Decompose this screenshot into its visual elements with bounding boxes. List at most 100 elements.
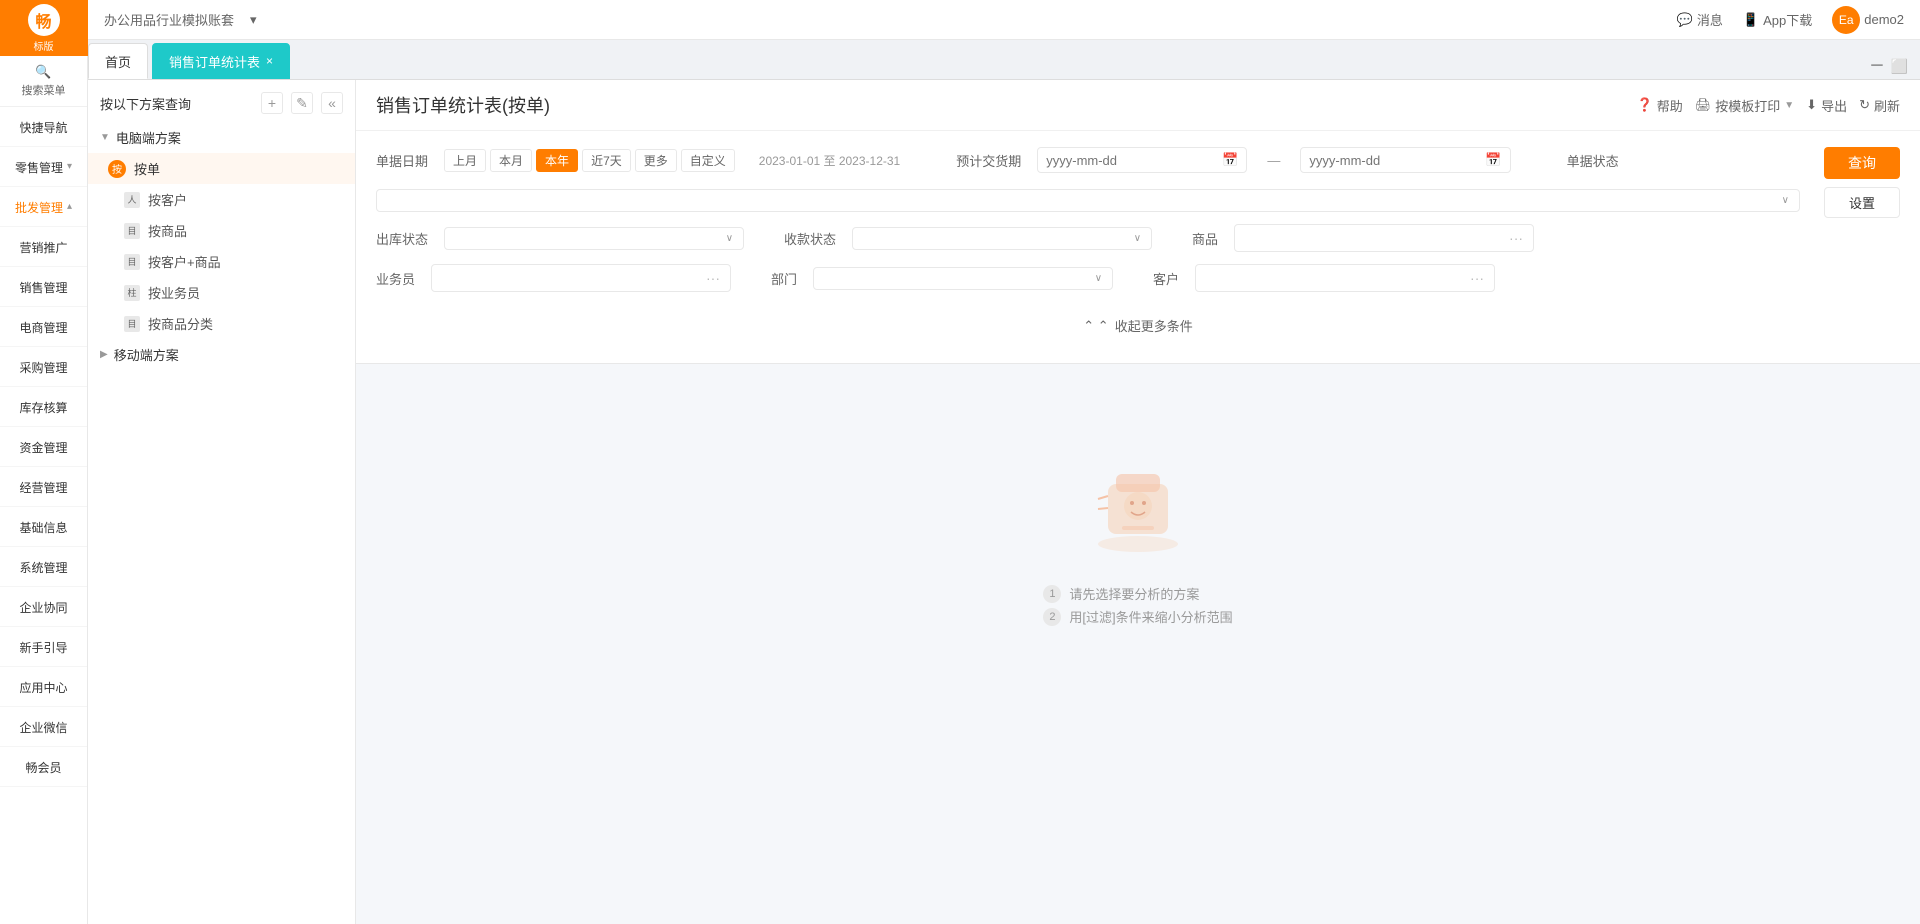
delivery-start-input[interactable] (1046, 153, 1222, 168)
filter-row-2: 出库状态 ∨ 收款状态 ∨ 商品 (376, 224, 1800, 252)
salesperson-label: 业务员 (376, 269, 415, 288)
tab-sales-order-stats[interactable]: 销售订单统计表 × (152, 43, 290, 79)
collapse-panel-button[interactable]: « (321, 92, 343, 114)
sidebar-item-sales[interactable]: 销售管理 (0, 267, 87, 307)
left-panel: 按以下方案查询 + ✎ « ▼ 电脑端方案 按 按单 人 按客户 目 (88, 80, 356, 924)
date-range-text: 2023-01-01 至 2023-12-31 (759, 152, 900, 169)
tree-mobile-section[interactable]: ▶ 移动端方案 (88, 339, 355, 370)
export-button[interactable]: ⬇ 导出 (1806, 96, 1847, 115)
by-customer-goods-label: 按客户+商品 (148, 252, 221, 271)
calendar-icon-2[interactable]: 📅 (1485, 152, 1501, 168)
goods-input[interactable]: ··· (1234, 224, 1534, 252)
sidebar-item-system[interactable]: 系统管理 (0, 547, 87, 587)
setting-button[interactable]: 设置 (1824, 187, 1900, 218)
export-icon: ⬇ (1806, 97, 1817, 113)
app-download-label: App下载 (1763, 10, 1812, 29)
page-title-text: 销售订单统计表(按单) (376, 92, 550, 118)
sidebar: 畅 标版 🔍 搜索菜单 快捷导航 零售管理 ▾ 批发管理 ▴ 营销推广 销售管理… (0, 0, 88, 924)
tree-pc-section[interactable]: ▼ 电脑端方案 (88, 122, 355, 153)
user-menu[interactable]: Ea demo2 (1832, 6, 1904, 34)
sidebar-item-wecom[interactable]: 企业微信 (0, 707, 87, 747)
add-scheme-button[interactable]: + (261, 92, 283, 114)
sidebar-item-wholesale[interactable]: 批发管理 ▴ (0, 187, 87, 227)
help-button[interactable]: ❓ 帮助 (1637, 96, 1683, 115)
action-buttons: 查询 设置 (1824, 147, 1900, 218)
sidebar-item-retail[interactable]: 零售管理 ▾ (0, 147, 87, 187)
page-title-bar: 销售订单统计表(按单) ❓ 帮助 🖨 按模板打印 ▼ ⬇ 导出 (356, 80, 1920, 131)
date-btn-7days[interactable]: 近7天 (582, 149, 631, 172)
salesperson-input[interactable]: ··· (431, 264, 731, 292)
app-download-button[interactable]: 📱 App下载 (1743, 10, 1812, 29)
tip-number-2: 2 (1043, 608, 1061, 626)
sidebar-item-operations[interactable]: 经营管理 (0, 467, 87, 507)
payment-status-select[interactable]: ∨ (852, 227, 1152, 250)
sidebar-item-app-center[interactable]: 应用中心 (0, 667, 87, 707)
tree-mobile-label: 移动端方案 (114, 345, 179, 364)
print-dropdown-icon[interactable]: ▼ (1784, 100, 1794, 111)
tree-node-by-goods[interactable]: 目 按商品 (88, 215, 355, 246)
tree-node-by-order[interactable]: 按 按单 (88, 153, 355, 184)
date-btn-this-year[interactable]: 本年 (536, 149, 578, 172)
expected-delivery-start[interactable]: 📅 (1037, 147, 1247, 173)
window-minimize-icon[interactable]: ─ (1871, 57, 1882, 75)
search-icon: 🔍 (35, 64, 51, 80)
sidebar-item-guide[interactable]: 新手引导 (0, 627, 87, 667)
sidebar-item-collaboration[interactable]: 企业协同 (0, 587, 87, 627)
department-label: 部门 (771, 269, 797, 288)
salesperson-dots-icon[interactable]: ··· (706, 270, 720, 286)
sidebar-item-purchase[interactable]: 采购管理 (0, 347, 87, 387)
tree-node-by-goods-category[interactable]: 目 按商品分类 (88, 308, 355, 339)
left-panel-header: 按以下方案查询 + ✎ « (88, 92, 355, 122)
order-status-select[interactable]: ∨ (376, 189, 1800, 212)
main-area: 办公用品行业模拟账套 ▾ 💬 消息 📱 App下载 Ea demo2 首页 销售… (88, 0, 1920, 924)
by-salesperson-icon: 柱 (124, 285, 140, 301)
sidebar-item-quick-nav[interactable]: 快捷导航 (0, 107, 87, 147)
tree-node-by-customer[interactable]: 人 按客户 (88, 184, 355, 215)
active-tab-label: 销售订单统计表 (169, 52, 260, 71)
mobile-tree-arrow: ▶ (100, 349, 108, 360)
delivery-end-input[interactable] (1309, 153, 1485, 168)
tab-close-icon[interactable]: × (266, 54, 273, 68)
refresh-button[interactable]: ↻ 刷新 (1859, 96, 1900, 115)
expected-delivery-end[interactable]: 📅 (1300, 147, 1510, 173)
title-dropdown[interactable]: ▾ (250, 12, 257, 28)
tree-node-by-salesperson[interactable]: 柱 按业务员 (88, 277, 355, 308)
by-goods-category-icon: 目 (124, 316, 140, 332)
customer-input[interactable]: ··· (1195, 264, 1495, 292)
tree-node-by-customer-goods[interactable]: 目 按客户+商品 (88, 246, 355, 277)
filter-area: 单据日期 上月 本月 本年 近7天 更多 自定义 2023-01-01 至 20… (356, 131, 1920, 364)
sidebar-logo[interactable]: 畅 标版 (0, 0, 88, 56)
tip-text-1: 请先选择要分析的方案 (1069, 584, 1199, 603)
sidebar-item-finance[interactable]: 资金管理 (0, 427, 87, 467)
tab-home[interactable]: 首页 (88, 43, 148, 79)
sidebar-item-inventory[interactable]: 库存核算 (0, 387, 87, 427)
date-btn-this-month[interactable]: 本月 (490, 149, 532, 172)
customer-dots-icon[interactable]: ··· (1470, 270, 1484, 286)
delivery-status-select[interactable]: ∨ (444, 227, 744, 250)
date-btn-more[interactable]: 更多 (635, 149, 677, 172)
logo-icon: 畅 (28, 4, 60, 36)
delivery-status-arrow: ∨ (726, 233, 733, 244)
calendar-icon-1[interactable]: 📅 (1222, 152, 1238, 168)
print-button[interactable]: 🖨 按模板打印 ▼ (1695, 96, 1794, 115)
by-customer-label: 按客户 (148, 190, 187, 209)
edit-scheme-button[interactable]: ✎ (291, 92, 313, 114)
sidebar-item-membership[interactable]: 畅会员 (0, 747, 87, 787)
message-button[interactable]: 💬 消息 (1677, 10, 1723, 29)
window-maximize-icon[interactable]: ⬜ (1891, 58, 1908, 75)
department-select[interactable]: ∨ (813, 267, 1113, 290)
sidebar-item-basic-info[interactable]: 基础信息 (0, 507, 87, 547)
date-filter-label: 单据日期 (376, 151, 428, 170)
collapse-filters-button[interactable]: ⌃ ⌃ 收起更多条件 (376, 316, 1900, 335)
sidebar-item-search-menu[interactable]: 🔍 搜索菜单 (0, 56, 87, 107)
query-button[interactable]: 查询 (1824, 147, 1900, 179)
goods-dots-icon[interactable]: ··· (1509, 230, 1523, 246)
sidebar-item-marketing[interactable]: 营销推广 (0, 227, 87, 267)
date-btn-last-month[interactable]: 上月 (444, 149, 486, 172)
user-avatar: Ea (1832, 6, 1860, 34)
help-icon: ❓ (1637, 97, 1653, 113)
help-label: 帮助 (1657, 96, 1683, 115)
left-panel-title: 按以下方案查询 (100, 94, 253, 113)
date-btn-custom[interactable]: 自定义 (681, 149, 735, 172)
sidebar-item-ecommerce[interactable]: 电商管理 (0, 307, 87, 347)
